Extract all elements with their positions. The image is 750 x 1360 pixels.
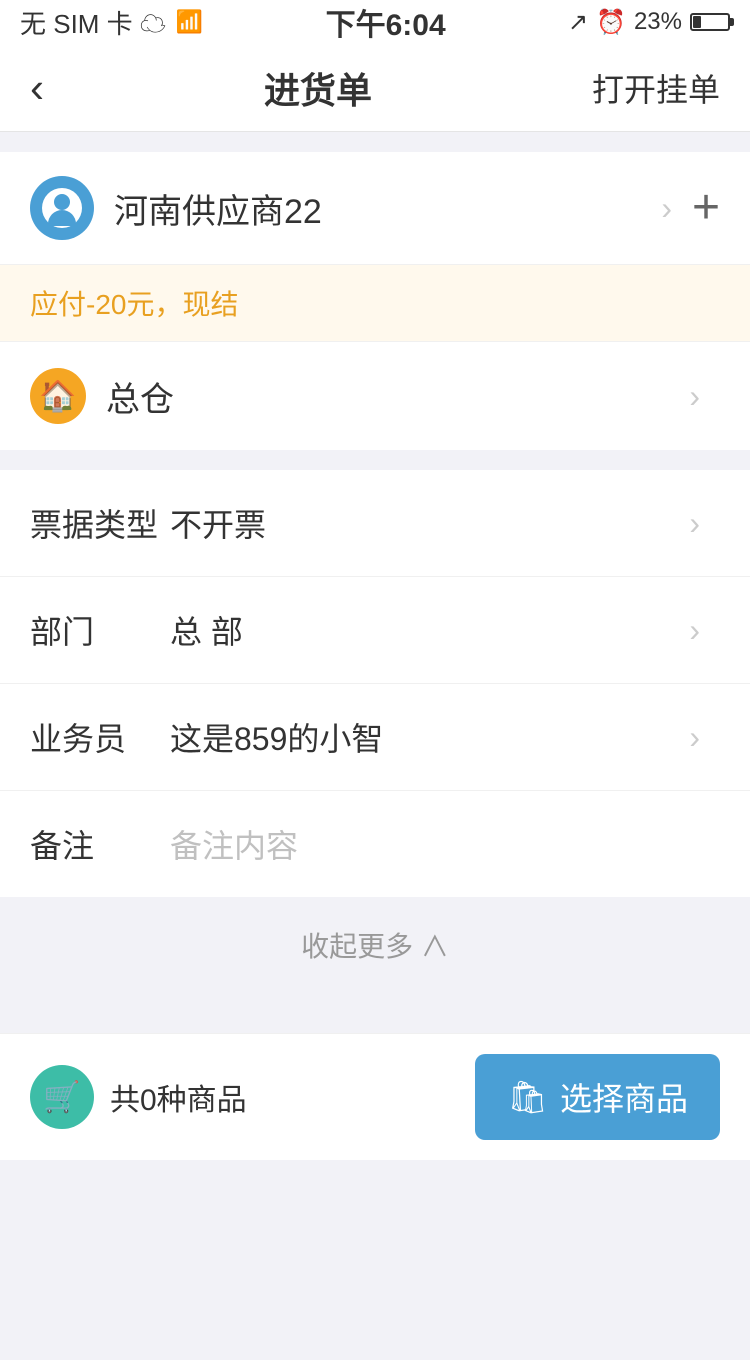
wifi-icon: 📶	[176, 9, 203, 35]
gap2	[0, 993, 750, 1013]
warehouse-name: 总仓	[106, 372, 689, 421]
gap1	[0, 132, 750, 152]
supplier-chevron-icon: ›	[661, 190, 672, 227]
status-right: ↗ ⏰ 23%	[568, 8, 730, 37]
warehouse-chevron-icon: ›	[689, 378, 700, 415]
battery-icon	[690, 13, 730, 31]
add-supplier-button[interactable]: +	[692, 184, 720, 232]
department-row[interactable]: 部门 总 部 ›	[0, 577, 750, 684]
alarm-icon: ⏰	[596, 8, 626, 37]
salesman-chevron-icon: ›	[689, 719, 700, 756]
remark-input[interactable]: 备注内容	[170, 821, 720, 867]
status-left: 无 SIM 卡 ☁ 📶	[20, 4, 203, 41]
salesman-row[interactable]: 业务员 这是859的小智 ›	[0, 684, 750, 791]
department-label: 部门	[30, 607, 170, 653]
ticket-type-value: 不开票	[170, 500, 689, 546]
supplier-section: 河南供应商22 › + 应付-20元，现结 🏠 总仓 ›	[0, 152, 750, 450]
ticket-type-row[interactable]: 票据类型 不开票 ›	[0, 470, 750, 577]
collapse-toggle[interactable]: 收起更多 ∧	[0, 897, 750, 993]
back-button[interactable]: ‹	[30, 67, 44, 109]
product-count-text: 共0种商品	[110, 1075, 247, 1119]
notice-banner: 应付-20元，现结	[0, 265, 750, 341]
salesman-label: 业务员	[30, 714, 170, 760]
select-product-label: 选择商品	[560, 1074, 688, 1120]
collapse-toggle-label: 收起更多 ∧	[301, 925, 449, 965]
sim-label: 无 SIM 卡 ☁	[20, 4, 166, 41]
page-background	[0, 1160, 750, 1360]
ticket-type-chevron-icon: ›	[689, 505, 700, 542]
form-section: 票据类型 不开票 › 部门 总 部 › 业务员 这是859的小智 › 备注 备注…	[0, 470, 750, 897]
warehouse-icon: 🏠	[30, 368, 86, 424]
select-product-button[interactable]: 🛍 选择商品	[475, 1054, 720, 1140]
location-icon: ↗	[568, 8, 588, 37]
status-bar: 无 SIM 卡 ☁ 📶 下午6:04 ↗ ⏰ 23%	[0, 0, 750, 44]
open-pending-button[interactable]: 打开挂单	[592, 65, 720, 111]
product-count-area: 🛒 共0种商品	[30, 1065, 247, 1129]
select-product-icon: 🛍	[507, 1078, 548, 1116]
remark-row[interactable]: 备注 备注内容	[0, 791, 750, 897]
department-value: 总 部	[170, 607, 689, 653]
supplier-name: 河南供应商22	[114, 184, 661, 233]
bottom-bar: 🛒 共0种商品 🛍 选择商品	[0, 1033, 750, 1160]
salesman-value: 这是859的小智	[170, 714, 689, 760]
status-time: 下午6:04	[326, 0, 446, 44]
nav-bar: ‹ 进货单 打开挂单	[0, 44, 750, 132]
page-title: 进货单	[264, 62, 372, 114]
remark-label: 备注	[30, 821, 170, 867]
supplier-avatar	[30, 176, 94, 240]
warehouse-row[interactable]: 🏠 总仓 ›	[0, 341, 750, 450]
product-icon: 🛒	[30, 1065, 94, 1129]
ticket-type-label: 票据类型	[30, 500, 170, 546]
notice-text: 应付-20元，现结	[30, 289, 238, 320]
supplier-row[interactable]: 河南供应商22 › +	[0, 152, 750, 265]
department-chevron-icon: ›	[689, 612, 700, 649]
battery-percent: 23%	[634, 8, 682, 36]
